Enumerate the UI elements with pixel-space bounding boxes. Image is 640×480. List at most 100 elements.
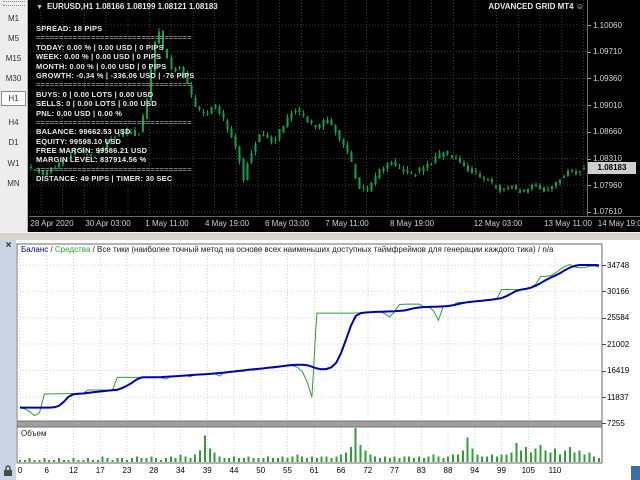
price-axis-label: 1.09010 xyxy=(593,100,622,110)
tester-y-axis-label: 7255 xyxy=(607,418,625,428)
time-axis-label: 13 May 11:00 xyxy=(544,219,592,228)
time-axis-label: 14 May 19:00 xyxy=(597,219,640,228)
price-axis-label: 1.07960 xyxy=(593,180,622,190)
timeframe-button-m1[interactable]: M1 xyxy=(1,11,26,26)
time-axis-label: 7 May 11:00 xyxy=(325,219,369,228)
ea-panel-line: ================================== xyxy=(36,80,192,90)
chart-title-arrow-icon: ▼ xyxy=(36,4,43,11)
price-axis-tick xyxy=(587,25,591,26)
timeframe-button-m15[interactable]: M15 xyxy=(1,51,26,66)
volume-pane-label: Объем xyxy=(21,429,47,438)
ea-panel-line: BALANCE: 99662.53 USD xyxy=(36,127,131,137)
mt4-window: ▼ EURUSD,H1 1.08166 1.08199 1.08121 1.081… xyxy=(0,0,640,480)
price-axis-tick xyxy=(587,211,591,213)
tester-y-axis-label: 30166 xyxy=(607,286,630,296)
tester-y-axis-label: 11837 xyxy=(607,392,629,402)
time-axis-label: 6 May 03:00 xyxy=(264,219,310,228)
tester-y-axis-tick xyxy=(602,317,606,319)
tester-x-axis-label: 34 xyxy=(176,466,185,475)
ea-panel-line: MARGIN LEVEL: 837914.56 % xyxy=(36,155,147,165)
tester-x-axis-label: 39 xyxy=(202,466,212,475)
lock-icon[interactable] xyxy=(2,464,14,477)
time-axis-label: 1 May 11:00 xyxy=(145,219,189,228)
tester-x-axis-label: 110 xyxy=(548,466,562,475)
price-chart-window: ▼ EURUSD,H1 1.08166 1.08199 1.08121 1.081… xyxy=(0,0,640,232)
time-axis-label: 8 May 19:00 xyxy=(389,219,435,228)
time-axis-label: 4 May 19:00 xyxy=(204,219,250,228)
timeframe-button-m30[interactable]: M30 xyxy=(1,71,26,86)
timeframe-toolbar: M1 M5 M15 M30 H1 H4 D1 W1 MN xyxy=(0,0,28,232)
legend-slash: / xyxy=(48,245,55,254)
ea-info-panel: SPREAD: 18 PIPS =========================… xyxy=(36,24,195,184)
tester-chart-plot[interactable] xyxy=(0,240,640,480)
tester-x-axis-label: 6 xyxy=(44,466,49,475)
timeframe-button-d1[interactable]: D1 xyxy=(1,135,26,150)
ea-panel-line: ================================== xyxy=(36,164,192,174)
tester-y-axis-label: 21002 xyxy=(607,339,630,349)
scroll-corner[interactable] xyxy=(631,466,640,480)
price-axis-tick xyxy=(587,78,591,80)
time-axis-label: 28 Apr 2020 xyxy=(30,219,74,228)
tester-x-axis-label: 44 xyxy=(229,466,239,475)
timeframe-button-w1[interactable]: W1 xyxy=(1,156,26,171)
tester-x-axis-label: 50 xyxy=(256,466,266,475)
ea-panel-line: EQUITY: 99598.10 USD xyxy=(36,136,122,146)
tester-x-axis-label: 94 xyxy=(470,466,480,475)
price-axis-label: 1.10060 xyxy=(593,20,622,30)
tester-x-axis-label: 61 xyxy=(309,466,319,475)
tester-x-axis-label: 66 xyxy=(336,466,346,475)
tester-y-axis-label: 16419 xyxy=(607,366,630,376)
close-icon[interactable]: × xyxy=(3,240,14,252)
time-axis-label: 30 Apr 03:00 xyxy=(85,219,131,228)
balance-legend: Баланс xyxy=(21,245,49,254)
time-axis-label: 12 May 03:00 xyxy=(473,219,523,228)
window-splitter[interactable] xyxy=(0,232,640,240)
tester-y-axis-tick xyxy=(602,265,606,266)
ea-panel-line: DISTANCE: 49 PIPS | TIMER: 30 SEC xyxy=(36,174,173,184)
timeframe-button-m5[interactable]: M5 xyxy=(1,31,26,46)
tester-x-axis-label: 77 xyxy=(390,466,399,475)
toolbar-grip[interactable] xyxy=(3,1,25,6)
ea-panel-line: SPREAD: 18 PIPS xyxy=(36,24,103,33)
price-axis-tick xyxy=(587,51,591,53)
ea-panel-line: MONTH: 0.00 % | 0.00 USD | 0 PIPS xyxy=(36,61,167,71)
tester-x-axis-label: 28 xyxy=(149,466,159,475)
tester-x-axis-label: 55 xyxy=(283,466,292,475)
tester-side-strip: × xyxy=(0,240,16,480)
price-axis-tick xyxy=(587,105,591,107)
tester-x-axis-label: 99 xyxy=(497,466,506,475)
tester-chart-panel: Баланс / Средства / Все тики (наиболее т… xyxy=(0,240,640,480)
price-axis-label: 1.07610 xyxy=(593,207,622,217)
pane-divider[interactable] xyxy=(16,420,603,428)
equity-legend: Средства xyxy=(54,245,91,254)
tester-y-axis-label: 34748 xyxy=(607,260,630,270)
tester-y-axis-label: 25584 xyxy=(607,313,630,323)
ea-panel-line: ================================== xyxy=(36,33,192,43)
ea-panel-line: FREE MARGIN: 99586.21 USD xyxy=(36,146,148,156)
price-axis-tick xyxy=(587,158,591,160)
timeframe-button-mn[interactable]: MN xyxy=(1,176,26,191)
price-axis-label: 1.09710 xyxy=(593,47,622,57)
tester-legend: Баланс / Средства / Все тики (наиболее т… xyxy=(21,245,553,254)
price-axis-tick xyxy=(587,131,591,133)
ea-panel-line: BUYS: 0 | 0.00 LOTS | 0.00 USD xyxy=(36,89,154,99)
ea-panel-line: GROWTH: -0.34 % | -336.06 USD | -76 PIPS xyxy=(36,70,195,80)
tester-x-axis-label: 72 xyxy=(363,466,373,475)
tester-x-axis-label: 105 xyxy=(521,466,535,475)
tester-x-axis-label: 83 xyxy=(416,466,426,475)
chart-title-text: EURUSD,H1 1.08166 1.08199 1.08121 1.0818… xyxy=(46,2,218,11)
tester-x-axis-label: 88 xyxy=(443,466,453,475)
price-axis-label: 1.08660 xyxy=(593,127,622,137)
ea-panel-line: ================================== xyxy=(36,117,192,127)
ea-panel-line: PNL: 0.00 USD | 0.00 % xyxy=(36,108,123,118)
timeframe-button-h4[interactable]: H4 xyxy=(1,115,26,130)
ea-panel-line: SELLS: 0 | 0.00 LOTS | 0.00 USD xyxy=(36,99,157,109)
tester-y-axis-tick xyxy=(602,423,606,425)
chart-title: ▼ EURUSD,H1 1.08166 1.08199 1.08121 1.081… xyxy=(36,2,218,11)
price-axis-line xyxy=(587,0,588,216)
timeframe-button-h1[interactable]: H1 xyxy=(1,91,26,106)
tester-y-axis-tick xyxy=(602,344,606,346)
time-axis-line xyxy=(29,216,640,217)
price-axis-tick xyxy=(587,185,591,187)
tester-x-axis-label: 23 xyxy=(122,466,132,475)
